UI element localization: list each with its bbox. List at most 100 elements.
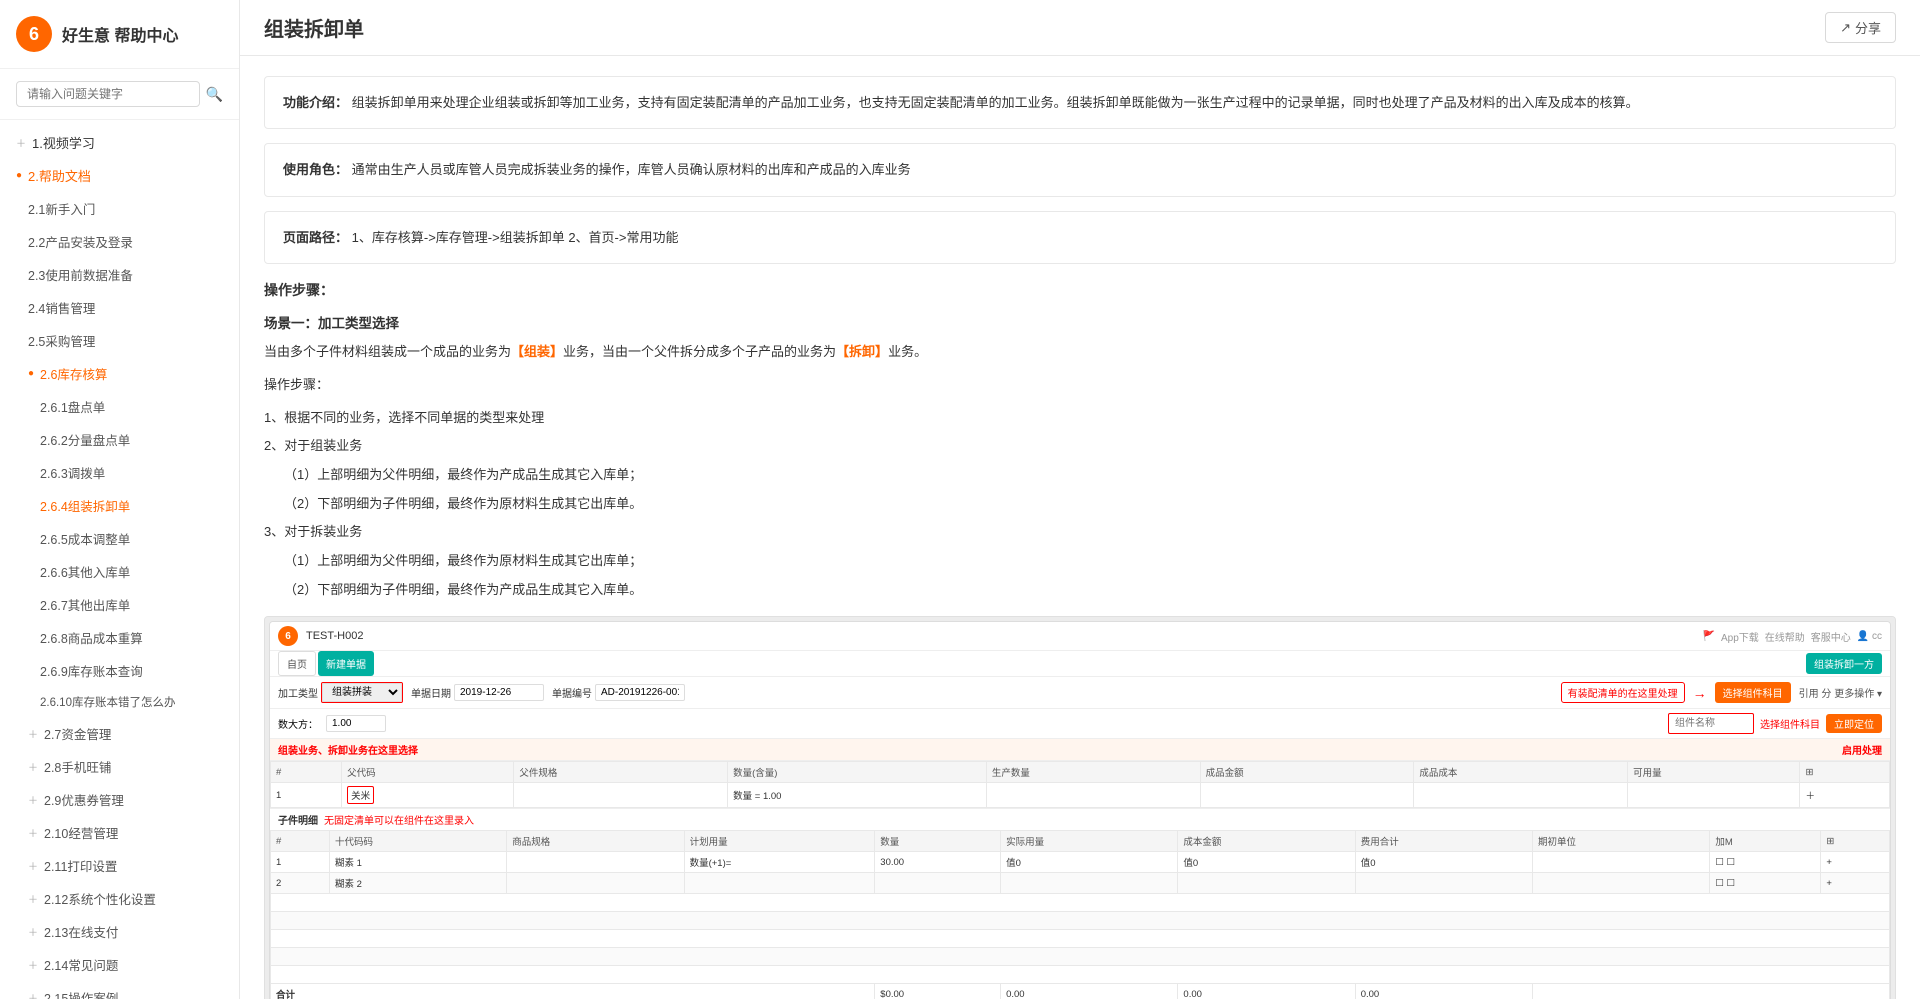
- mock-nav-list[interactable]: 新建单据: [318, 651, 374, 676]
- mock-comp-box-wrap: 选择组件科目 立即定位: [1668, 713, 1882, 734]
- coupon-plus-icon: ＋: [28, 792, 38, 807]
- mock-nav-home[interactable]: 自页: [278, 651, 316, 676]
- mock-upper-cell-1-prod: [986, 783, 1200, 808]
- mock-upper-table-wrap: # 父代码 父件规格 数量(含量) 生产数量 成品金额 成品成本 可用量 ⊞: [270, 761, 1890, 808]
- annotation3-text: 组装业务、拆卸业务在这里选择: [278, 742, 418, 757]
- mock-lr1-actual: 值0: [1001, 852, 1178, 873]
- mock-lr1-init: [1533, 852, 1710, 873]
- mock-lr2-init: [1533, 873, 1710, 894]
- annotation4-text: 启用处理: [1842, 742, 1882, 757]
- mock-lower-row5: [271, 930, 1890, 948]
- sidebar-item-pay[interactable]: ＋ 2.13在线支付: [0, 915, 239, 948]
- mock-lr2-num: 2: [271, 873, 330, 894]
- sidebar-item-goodscost-label: 2.6.8商品成本重算: [40, 628, 143, 647]
- share-button[interactable]: ↗ 分享: [1825, 12, 1896, 43]
- sidebar-item-coupon[interactable]: ＋ 2.9优惠券管理: [0, 783, 239, 816]
- sidebar-item-newbie[interactable]: 2.1新手入门: [0, 192, 239, 225]
- path-text: 1、库存核算->库存管理->组装拆卸单 2、首页->常用功能: [352, 230, 679, 245]
- sidebar-item-video[interactable]: ＋ 1.视频学习: [0, 126, 239, 159]
- mock-footer-v1: $0.00: [875, 984, 1001, 999]
- sidebar-item-costadj[interactable]: 2.6.5成本调整单: [0, 522, 239, 555]
- sidebar-item-docs[interactable]: ● 2.帮助文档: [0, 159, 239, 192]
- mock-lr5-empty: [271, 930, 1890, 948]
- sidebar-item-otherout[interactable]: 2.6.7其他出库单: [0, 588, 239, 621]
- sidebar-item-adjust[interactable]: 2.6.3调拨单: [0, 456, 239, 489]
- mock-upper-th-produce: 生产数量: [986, 762, 1200, 783]
- intro-block: 功能介绍： 组装拆卸单用来处理企业组装或拆卸等加工业务，支持有固定装配清单的产品…: [264, 76, 1896, 129]
- mock-footer-v2: 0.00: [1001, 984, 1178, 999]
- ops-steps-intro: 操作步骤：: [264, 373, 1896, 398]
- sidebar-item-stockerror[interactable]: 2.6.10库存账本错了怎么办: [0, 687, 239, 717]
- mock-type-select-box: 组装拼装 拆卸: [321, 682, 403, 703]
- sidebar-item-stockquery-label: 2.6.9库存账本查询: [40, 661, 143, 680]
- mock-lr2-action[interactable]: +: [1821, 873, 1890, 894]
- sidebar-item-install[interactable]: 2.2产品安装及登录: [0, 225, 239, 258]
- mock-lower-th-plan: 计划用量: [684, 831, 875, 852]
- mock-nav-teal-btn[interactable]: 组装拆卸一方: [1806, 653, 1882, 674]
- sidebar-item-otherin[interactable]: 2.6.6其他入库单: [0, 555, 239, 588]
- mock-icon-app: App下载: [1721, 629, 1759, 644]
- sidebar-item-partstock[interactable]: 2.6.2分量盘点单: [0, 423, 239, 456]
- sidebar-item-faq[interactable]: ＋ 2.14常见问题: [0, 948, 239, 981]
- finance-plus-icon: ＋: [28, 726, 38, 741]
- sidebar-item-mobile[interactable]: ＋ 2.8手机旺铺: [0, 750, 239, 783]
- mock-date-input[interactable]: [454, 684, 544, 701]
- sidebar-item-assembly[interactable]: 2.6.4组装拆卸单: [0, 489, 239, 522]
- topbar: 组装拆卸单 ↗ 分享: [240, 0, 1920, 56]
- sidebar-item-inventory[interactable]: ● 2.6库存核算: [0, 357, 239, 390]
- sidebar-item-inventory-label: 2.6库存核算: [40, 364, 107, 383]
- step2-a: （1）上部明细为父件明细，最终作为产成品生成其它入库单；: [264, 463, 1896, 488]
- step3-b: （2）下部明细为子件明细，最终作为产成品生成其它入库单。: [264, 578, 1896, 603]
- mock-logo-icon: 6: [278, 626, 298, 646]
- sidebar-item-print[interactable]: ＋ 2.11打印设置: [0, 849, 239, 882]
- sidebar-item-install-label: 2.2产品安装及登录: [28, 232, 133, 251]
- mock-pcode-box: 关米: [347, 786, 374, 804]
- content-area: 功能介绍： 组装拆卸单用来处理企业组装或拆卸等加工业务，支持有固定装配清单的产品…: [240, 56, 1920, 999]
- mock-upper-cell-1-amt: [1200, 783, 1414, 808]
- mock-order-input[interactable]: [595, 684, 685, 701]
- mock-lr2-code: 糊素 2: [329, 873, 506, 894]
- sidebar-item-cases[interactable]: ＋ 2.15操作案例: [0, 981, 239, 999]
- sidebar-item-stocktake-label: 2.6.1盘点单: [40, 397, 105, 416]
- sidebar-item-stocktake[interactable]: 2.6.1盘点单: [0, 390, 239, 423]
- mock-count-input[interactable]: [326, 715, 386, 732]
- sidebar-item-ops-label: 2.10经营管理: [44, 823, 118, 842]
- mock-lr2-spec: [507, 873, 684, 894]
- sidebar-item-docs-label: 2.帮助文档: [28, 166, 91, 185]
- mock-lower-table-wrap: # 十代码码 商品规格 计划用量 数量 实际用量 成本金额 费用合计 期初单位: [270, 830, 1890, 999]
- sidebar-item-purchase[interactable]: 2.5采购管理: [0, 324, 239, 357]
- mock-nav: 自页 新建单据 组装拆卸一方: [270, 651, 1890, 677]
- sidebar-item-goodscost[interactable]: 2.6.8商品成本重算: [0, 621, 239, 654]
- mock-company: TEST-H002: [306, 630, 1695, 642]
- sidebar-item-custom[interactable]: ＋ 2.12系统个性化设置: [0, 882, 239, 915]
- sidebar-item-cases-label: 2.15操作案例: [44, 988, 118, 999]
- mock-lower-th-num: #: [271, 831, 330, 852]
- mock-upper-cell-1-action[interactable]: ＋: [1800, 783, 1890, 808]
- step3-a: （1）上部明细为父件明细，最终作为原材料生成其它出库单；: [264, 549, 1896, 574]
- mock-comp-input[interactable]: [1671, 716, 1751, 731]
- mock-search-btn2[interactable]: 立即定位: [1826, 714, 1882, 733]
- mock-lower-row7: [271, 966, 1890, 984]
- mock-upper-th-action: ⊞: [1800, 762, 1890, 783]
- sidebar-item-finance[interactable]: ＋ 2.7资金管理: [0, 717, 239, 750]
- sidebar-item-newbie-label: 2.1新手入门: [28, 199, 95, 218]
- sidebar-item-pay-label: 2.13在线支付: [44, 922, 118, 941]
- search-area: 🔍: [0, 69, 239, 120]
- mock-lr1-spec: [507, 852, 684, 873]
- role-label: 使用角色：: [283, 162, 348, 177]
- sidebar-item-sales[interactable]: 2.4销售管理: [0, 291, 239, 324]
- mock-lr1-num: 1: [271, 852, 330, 873]
- mock-confirm-btn[interactable]: 选择组件科目: [1715, 682, 1791, 703]
- mock-icon-user: 👤 cc: [1857, 631, 1882, 642]
- mock-lr2-fee: [1355, 873, 1532, 894]
- search-button[interactable]: 🔍: [206, 86, 223, 103]
- sidebar-item-prepare[interactable]: 2.3使用前数据准备: [0, 258, 239, 291]
- sidebar-item-ops[interactable]: ＋ 2.10经营管理: [0, 816, 239, 849]
- search-input[interactable]: [16, 81, 200, 107]
- mock-lr1-action[interactable]: +: [1821, 852, 1890, 873]
- sidebar-item-stockquery[interactable]: 2.6.9库存账本查询: [0, 654, 239, 687]
- inventory-icon: ●: [28, 368, 34, 379]
- mock-type-select[interactable]: 组装拼装 拆卸: [322, 683, 402, 702]
- mock-footer-v3: 0.00: [1178, 984, 1355, 999]
- share-icon: ↗: [1840, 20, 1851, 36]
